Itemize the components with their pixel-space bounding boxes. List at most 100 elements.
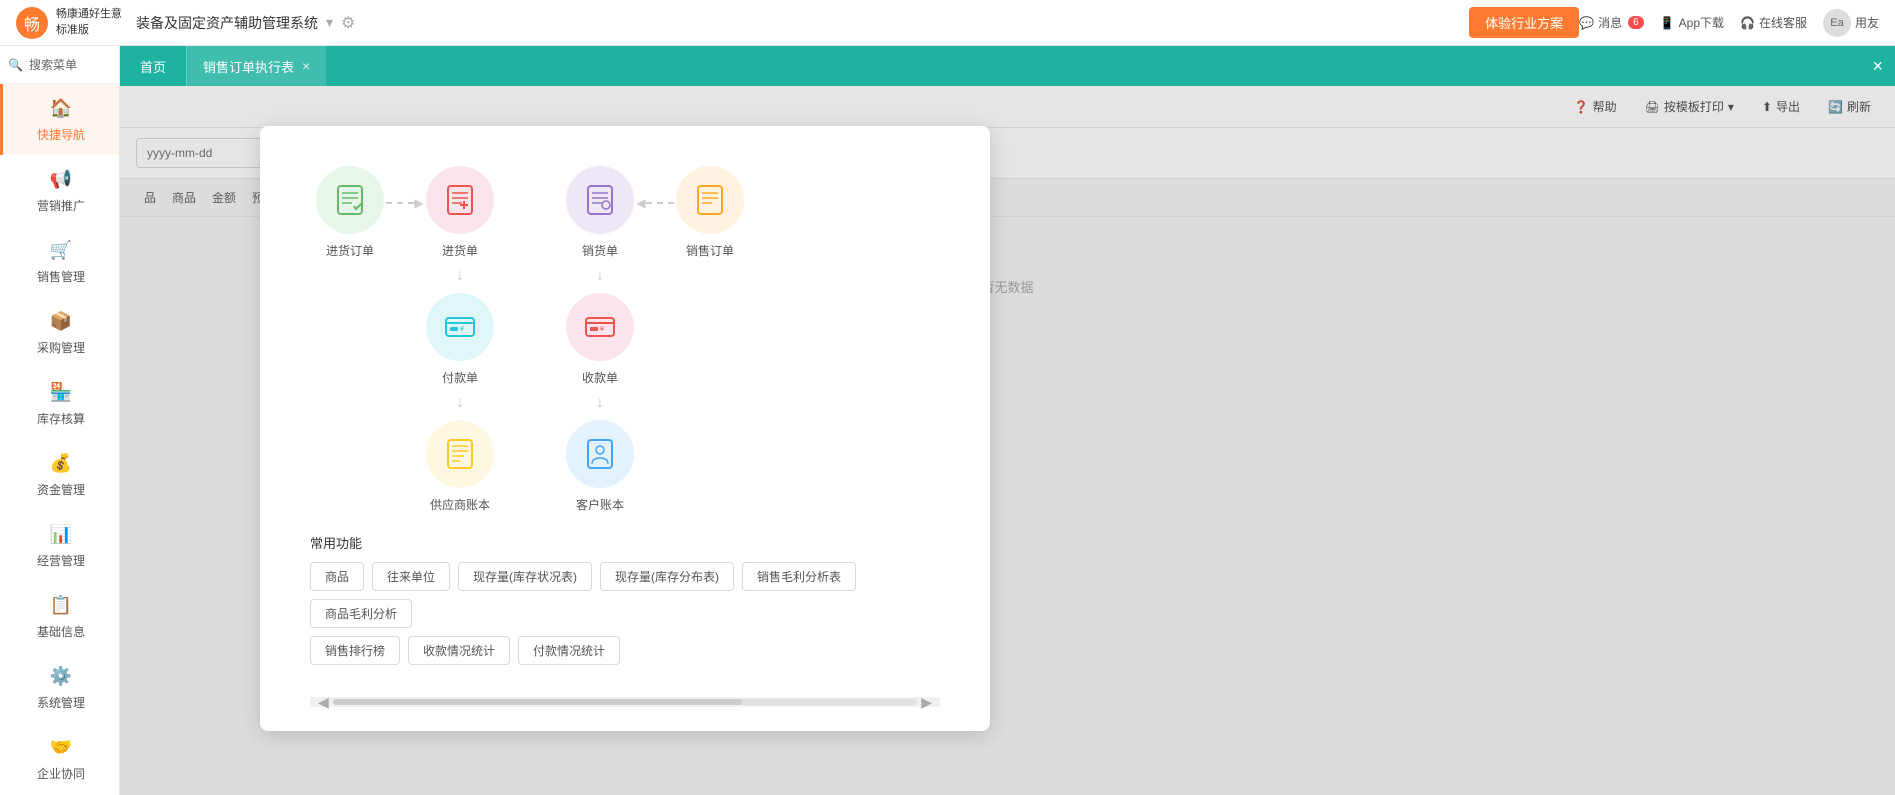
fn-receipt-stats[interactable]: 收款情况统计 — [408, 636, 510, 665]
search-icon: 🔍 — [8, 58, 23, 72]
sales-bill-circle[interactable] — [566, 166, 634, 234]
arrow-h-2: ◀ — [636, 196, 673, 230]
tab-close-icon[interactable]: × — [302, 58, 310, 74]
message-icon: 💬 — [1579, 16, 1594, 30]
app-download-item[interactable]: 📱 App下载 — [1660, 14, 1724, 31]
svg-text:¥: ¥ — [600, 326, 604, 333]
arrow-down-receipt: ↓ — [596, 394, 604, 412]
marketing-icon: 📢 — [49, 167, 73, 191]
fn-partner[interactable]: 往来单位 — [372, 562, 450, 591]
modal-overlay: 进货订单 ▶ 进 — [120, 86, 1895, 795]
dropdown-icon[interactable]: ▾ — [326, 14, 333, 31]
system-icon: ⚙️ — [49, 664, 73, 688]
svg-text:¥: ¥ — [460, 326, 464, 333]
payment-circle[interactable]: ¥ — [426, 293, 494, 361]
top-header: 畅 畅康通好生意 标准版 装备及固定资产辅助管理系统 ▾ ⚙ 体验行业方案 💬 … — [0, 0, 1895, 46]
sales-bill-label: 销货单 — [582, 242, 618, 259]
settings-icon[interactable]: ⚙ — [341, 13, 355, 33]
main-layout: 🔍 搜索菜单 🏠 快捷导航 📢 营销推广 🛒 销售管理 📦 采购管理 🏪 库存核… — [0, 46, 1895, 795]
arrow-down-sales: ↓ — [596, 267, 604, 285]
sales-order-circle[interactable] — [676, 166, 744, 234]
flow-row-3: 供应商账本 客户账本 — [310, 420, 940, 513]
scroll-right-arrow[interactable]: ▶ — [917, 694, 936, 711]
sidebar-item-enterprise[interactable]: 🤝 企业协同 — [0, 723, 119, 794]
header-right: 💬 消息 6 📱 App下载 🎧 在线客服 Ea 用友 — [1579, 9, 1879, 37]
logo-area: 畅 畅康通好生意 标准版 — [16, 7, 136, 39]
tab-bar-close[interactable]: × — [1860, 46, 1895, 86]
sidebar-item-inventory[interactable]: 🏪 库存核算 — [0, 368, 119, 439]
purchase-order-label: 进货订单 — [326, 242, 374, 259]
fn-stock-dist[interactable]: 现存量(库存分布表) — [600, 562, 734, 591]
enterprise-icon: 🤝 — [49, 735, 73, 759]
flow-node-purchase-bill[interactable]: 进货单 — [426, 166, 494, 259]
purchase-bill-circle[interactable] — [426, 166, 494, 234]
sales-order-label: 销售订单 — [686, 242, 734, 259]
logo-text: 畅康通好生意 标准版 — [56, 7, 122, 38]
fn-sales-gross[interactable]: 销售毛利分析表 — [742, 562, 856, 591]
online-service-item[interactable]: 🎧 在线客服 — [1740, 14, 1807, 31]
message-badge: 6 — [1628, 16, 1644, 29]
flow-row-1: 进货订单 ▶ 进 — [310, 166, 940, 259]
scrollbar-track[interactable] — [333, 699, 917, 705]
sidebar-item-operation[interactable]: 📊 经营管理 — [0, 510, 119, 581]
sidebar: 🔍 搜索菜单 🏠 快捷导航 📢 营销推广 🛒 销售管理 📦 采购管理 🏪 库存核… — [0, 46, 120, 795]
fn-stock-status[interactable]: 现存量(库存状况表) — [458, 562, 592, 591]
modal-content: 进货订单 ▶ 进 — [260, 126, 990, 731]
basic-icon: 📋 — [49, 593, 73, 617]
customer-ledger-circle[interactable] — [566, 420, 634, 488]
supplier-ledger-label: 供应商账本 — [430, 496, 490, 513]
sidebar-item-basic[interactable]: 📋 基础信息 — [0, 581, 119, 652]
common-functions: 常用功能 商品 往来单位 现存量(库存状况表) 现存量(库存分布表) 销售毛利分… — [310, 533, 940, 689]
sidebar-item-purchase[interactable]: 📦 采购管理 — [0, 297, 119, 368]
receipt-circle[interactable]: ¥ — [566, 293, 634, 361]
sidebar-item-system[interactable]: ⚙️ 系统管理 — [0, 652, 119, 723]
flow-row-2: ¥ 付款单 ¥ 收款单 — [310, 293, 940, 386]
receipt-label: 收款单 — [582, 369, 618, 386]
app-icon: 📱 — [1660, 16, 1675, 30]
tab-bar: 首页 销售订单执行表 × × — [120, 46, 1895, 86]
sidebar-item-quick-nav[interactable]: 🏠 快捷导航 — [0, 84, 119, 155]
fn-payment-stats[interactable]: 付款情况统计 — [518, 636, 620, 665]
user-item[interactable]: Ea 用友 — [1823, 9, 1879, 37]
fn-sales-rank[interactable]: 销售排行榜 — [310, 636, 400, 665]
finance-icon: 💰 — [49, 451, 73, 475]
fn-goods-gross[interactable]: 商品毛利分析 — [310, 599, 412, 628]
modal-box: 进货订单 ▶ 进 — [260, 126, 990, 731]
purchase-order-circle[interactable] — [316, 166, 384, 234]
sales-icon: 🛒 — [49, 238, 73, 262]
arrow-h-1: ▶ — [386, 196, 423, 230]
tab-home[interactable]: 首页 — [120, 46, 187, 86]
arrow-row: ↓ ↓ — [310, 267, 940, 285]
payment-label: 付款单 — [442, 369, 478, 386]
flow-node-customer-ledger[interactable]: 客户账本 — [566, 420, 634, 513]
arrow-down-payment: ↓ — [456, 394, 464, 412]
page-content: ❓ 帮助 🖨 按模板打印 ▾ ⬆ 导出 🔄 刷新 — [120, 86, 1895, 795]
experience-button[interactable]: 体验行业方案 — [1469, 7, 1579, 38]
common-functions-title: 常用功能 — [310, 533, 940, 552]
sidebar-search[interactable]: 🔍 搜索菜单 — [0, 46, 119, 84]
scrollbar-thumb[interactable] — [333, 699, 742, 705]
arrow-down-purchase: ↓ — [456, 267, 464, 285]
flow-node-sales-bill[interactable]: 销货单 — [566, 166, 634, 259]
message-item[interactable]: 💬 消息 6 — [1579, 14, 1644, 31]
flow-node-purchase-order[interactable]: 进货订单 — [316, 166, 384, 259]
quick-nav-icon: 🏠 — [49, 96, 73, 120]
supplier-ledger-circle[interactable] — [426, 420, 494, 488]
fn-buttons-row1: 商品 往来单位 现存量(库存状况表) 现存量(库存分布表) 销售毛利分析表 商品… — [310, 562, 940, 628]
fn-goods[interactable]: 商品 — [310, 562, 364, 591]
flow-node-sales-order[interactable]: 销售订单 — [676, 166, 744, 259]
sidebar-item-marketing[interactable]: 📢 营销推广 — [0, 155, 119, 226]
scroll-left-arrow[interactable]: ◀ — [314, 694, 333, 711]
tab-active[interactable]: 销售订单执行表 × — [187, 46, 326, 86]
flow-node-receipt[interactable]: ¥ 收款单 — [566, 293, 634, 386]
sidebar-item-sales[interactable]: 🛒 销售管理 — [0, 226, 119, 297]
system-title: 装备及固定资产辅助管理系统 ▾ ⚙ — [136, 13, 1469, 33]
avatar: Ea — [1823, 9, 1851, 37]
flow-node-supplier-ledger[interactable]: 供应商账本 — [426, 420, 494, 513]
logo-icon: 畅 — [16, 7, 48, 39]
sidebar-item-finance[interactable]: 💰 资金管理 — [0, 439, 119, 510]
purchase-icon: 📦 — [49, 309, 73, 333]
flow-node-payment[interactable]: ¥ 付款单 — [426, 293, 494, 386]
content-area: 首页 销售订单执行表 × × ❓ 帮助 🖨 按模板打印 ▾ — [120, 46, 1895, 795]
purchase-bill-label: 进货单 — [442, 242, 478, 259]
